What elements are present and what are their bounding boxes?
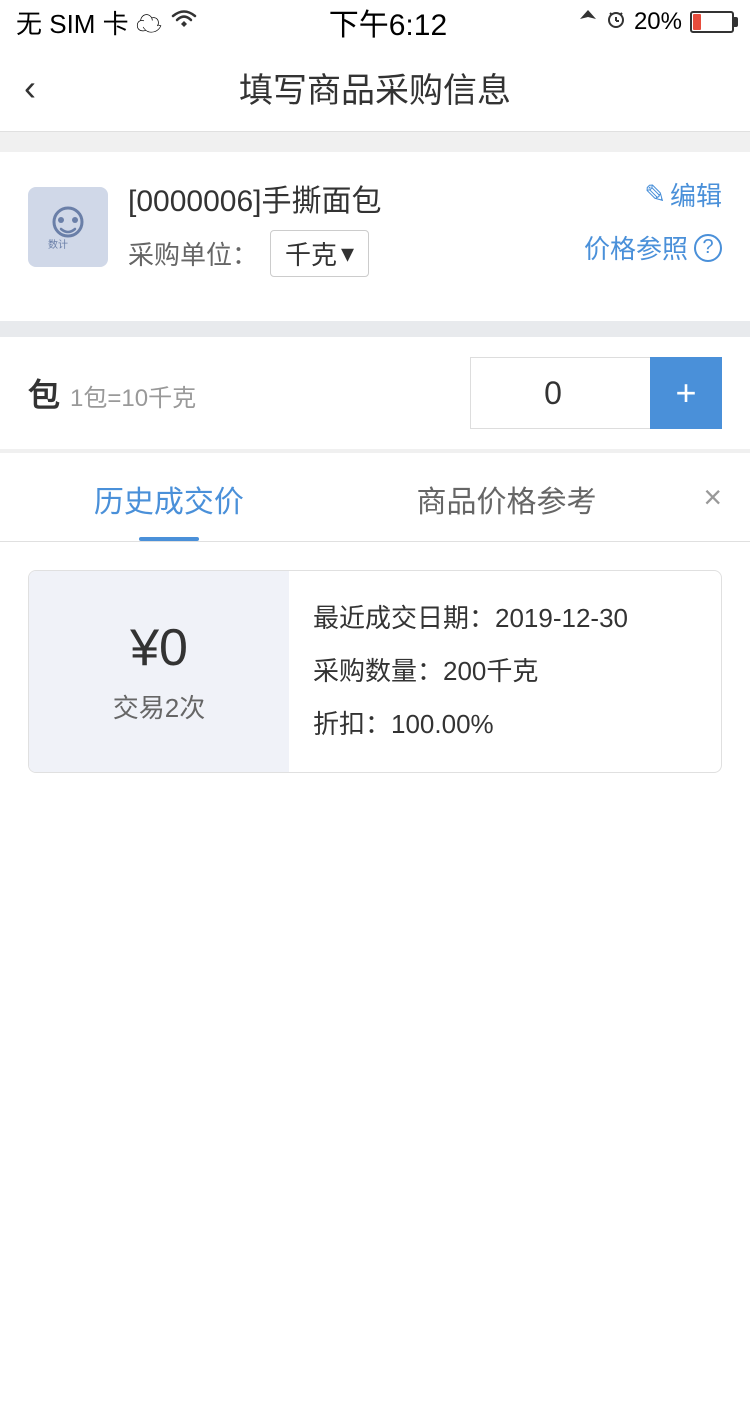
edit-label: 编辑 (670, 176, 722, 213)
history-date-row: 最近成交日期：2019-12-30 (313, 599, 697, 638)
purchase-qty-value: 200千克 (443, 656, 538, 686)
nav-bar: ‹ 填写商品采购信息 (0, 44, 750, 132)
qty-unit: 包 (28, 370, 60, 416)
unit-label: 采购单位： (128, 235, 258, 272)
price-ref-icon: ? (694, 234, 722, 262)
unit-selector[interactable]: 千克 ▾ (270, 230, 369, 277)
section-divider (0, 321, 750, 337)
battery-percent: 20% (634, 8, 682, 36)
discount-label: 折扣： (313, 709, 391, 739)
history-trade-count: 交易2次 (113, 688, 205, 725)
status-time: 下午6:12 (329, 0, 447, 44)
quantity-input[interactable] (470, 357, 650, 429)
svg-text:数计: 数计 (48, 238, 68, 251)
unit-dropdown-arrow: ▾ (341, 238, 354, 269)
price-reference-button[interactable]: 价格参照 ? (584, 229, 722, 266)
history-discount-row: 折扣：100.00% (313, 705, 697, 744)
battery-icon (690, 11, 734, 33)
sim-label: 无 SIM 卡 ☁ (16, 4, 162, 41)
product-info: [0000006]手撕面包 采购单位： 千克 ▾ (128, 176, 381, 277)
tab-panel: 历史成交价 商品价格参考 × ¥0 交易2次 最近成交日期：2019-12-30… (0, 453, 750, 801)
qty-plus-button[interactable]: + (650, 357, 722, 429)
history-price-summary: ¥0 交易2次 (29, 571, 289, 772)
qty-input-group: + (470, 357, 722, 429)
recent-date-label: 最近成交日期： (313, 603, 495, 633)
product-unit-row: 采购单位： 千克 ▾ (128, 230, 381, 277)
unit-value: 千克 (285, 235, 337, 272)
product-name: [0000006]手撕面包 (128, 176, 381, 220)
wifi-icon (170, 7, 198, 38)
status-left: 无 SIM 卡 ☁ (16, 4, 198, 41)
tab-history-price[interactable]: 历史成交价 (0, 453, 338, 541)
status-right: 20% (578, 8, 734, 36)
history-card: ¥0 交易2次 最近成交日期：2019-12-30 采购数量：200千克 折扣：… (28, 570, 722, 773)
bottom-area (0, 801, 750, 1401)
tab-close-button[interactable]: × (675, 479, 750, 516)
back-button[interactable]: ‹ (24, 67, 36, 109)
status-bar: 无 SIM 卡 ☁ 下午6:12 20% (0, 0, 750, 44)
price-ref-label: 价格参照 (584, 229, 688, 266)
history-price-value: ¥0 (130, 618, 188, 678)
history-quantity-row: 采购数量：200千克 (313, 652, 697, 691)
product-thumbnail: 数计 (28, 187, 108, 267)
quantity-label: 包 1包=10千克 (28, 370, 196, 416)
purchase-qty-label: 采购数量： (313, 656, 443, 686)
edit-button[interactable]: ✎ 编辑 (644, 176, 722, 213)
tab-price-reference[interactable]: 商品价格参考 (338, 453, 676, 541)
product-card: 数计 [0000006]手撕面包 采购单位： 千克 ▾ ✎ 编辑 (0, 152, 750, 321)
tab-header: 历史成交价 商品价格参考 × (0, 453, 750, 542)
qty-hint: 1包=10千克 (70, 378, 196, 413)
recent-date-value: 2019-12-30 (495, 603, 628, 633)
tab-content: ¥0 交易2次 最近成交日期：2019-12-30 采购数量：200千克 折扣：… (0, 542, 750, 801)
history-details: 最近成交日期：2019-12-30 采购数量：200千克 折扣：100.00% (289, 571, 721, 772)
edit-icon: ✎ (644, 179, 666, 210)
tab-price-ref-label: 商品价格参考 (416, 486, 596, 519)
page-title: 填写商品采购信息 (239, 63, 511, 112)
alarm-icon (606, 8, 626, 36)
tab-history-label: 历史成交价 (94, 486, 244, 519)
product-left: 数计 [0000006]手撕面包 采购单位： 千克 ▾ (28, 176, 381, 277)
location-icon (578, 8, 598, 36)
discount-value: 100.00% (391, 709, 494, 739)
quantity-row: 包 1包=10千克 + (0, 337, 750, 449)
